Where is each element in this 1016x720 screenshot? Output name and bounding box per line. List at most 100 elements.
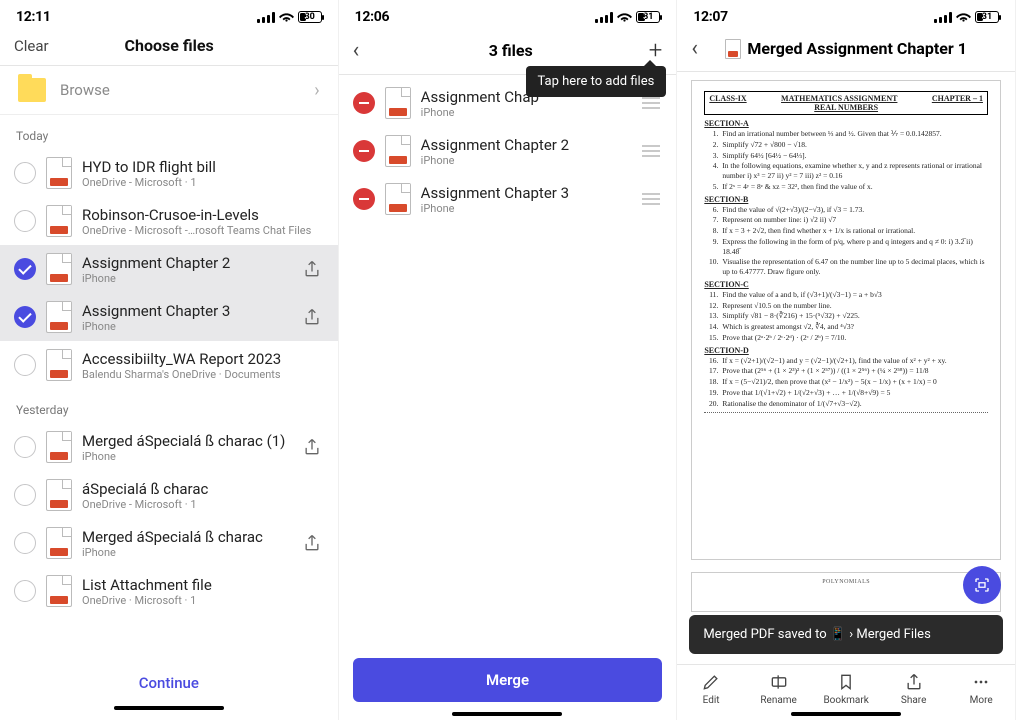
continue-button[interactable]: Continue xyxy=(0,664,338,702)
footer: Continue xyxy=(0,654,338,720)
file-sub: iPhone xyxy=(421,154,633,167)
share-icon[interactable] xyxy=(302,259,322,279)
file-title: Assignment Chapter 2 xyxy=(82,254,292,272)
file-title: Merged áSpecialá ß charac xyxy=(82,528,292,546)
back-button[interactable]: ‹ xyxy=(353,38,373,63)
more-button[interactable]: More xyxy=(949,671,1013,706)
chevron-right-icon: › xyxy=(314,80,319,101)
section-label-today: Today xyxy=(0,115,338,149)
merge-file-list: Assignment Chap iPhone Assignment Chapte… xyxy=(339,75,677,223)
radio-unchecked[interactable] xyxy=(14,580,36,602)
pdf-icon xyxy=(46,575,72,607)
share-icon[interactable] xyxy=(302,437,322,457)
remove-button[interactable] xyxy=(353,92,375,114)
home-indicator[interactable] xyxy=(791,712,901,716)
status-bar: 12:06 31 xyxy=(339,0,677,30)
footer: Merge xyxy=(339,648,677,720)
section-c-label: SECTION-C xyxy=(704,280,988,289)
file-sub: iPhone xyxy=(82,320,292,333)
nav-header: Clear Choose files xyxy=(0,30,338,66)
file-row[interactable]: List Attachment file OneDrive · Microsof… xyxy=(0,567,338,615)
file-title: Accessibiilty_WA Report 2023 xyxy=(82,350,322,368)
file-row[interactable]: Accessibiilty_WA Report 2023 Balendu Sha… xyxy=(0,341,338,389)
browse-row[interactable]: Browse › xyxy=(0,66,338,115)
file-row[interactable]: Robinson-Crusoe-in-Levels OneDrive - Mic… xyxy=(0,197,338,245)
drag-handle[interactable] xyxy=(642,193,660,205)
file-sub: OneDrive - Microsoft -…rosoft Teams Chat… xyxy=(82,224,322,237)
file-row[interactable]: Assignment Chapter 3 iPhone xyxy=(0,293,338,341)
bookmark-button[interactable]: Bookmark xyxy=(814,671,878,706)
merge-row[interactable]: Assignment Chapter 2 iPhone xyxy=(339,127,677,175)
home-indicator[interactable] xyxy=(452,712,562,716)
file-sub: iPhone xyxy=(82,272,292,285)
file-title: List Attachment file xyxy=(82,576,322,594)
radio-checked[interactable] xyxy=(14,258,36,280)
file-row[interactable]: HYD to IDR flight bill OneDrive - Micros… xyxy=(0,149,338,197)
radio-unchecked[interactable] xyxy=(14,162,36,184)
pencil-icon xyxy=(700,671,722,693)
file-title: Assignment Chapter 3 xyxy=(421,184,633,202)
radio-unchecked[interactable] xyxy=(14,354,36,376)
pdf-icon xyxy=(725,39,741,59)
pdf-page-1[interactable]: CLASS-IX MATHEMATICS ASSIGNMENT CHAPTER … xyxy=(691,80,1001,560)
file-sub: OneDrive · Microsoft · 1 xyxy=(82,594,322,607)
radio-unchecked[interactable] xyxy=(14,532,36,554)
pdf-icon xyxy=(46,157,72,189)
screen-choose-files: 12:11 30 Clear Choose files Browse › Tod… xyxy=(0,0,339,720)
pdf-icon xyxy=(46,253,72,285)
file-sub: iPhone xyxy=(82,450,292,463)
radio-unchecked[interactable] xyxy=(14,210,36,232)
pdf-icon xyxy=(385,183,411,215)
page-title: 3 files xyxy=(373,41,649,60)
drag-handle[interactable] xyxy=(642,145,660,157)
file-row[interactable]: Merged áSpecialá ß charac iPhone xyxy=(0,519,338,567)
back-button[interactable]: ‹ xyxy=(691,36,711,61)
rename-button[interactable]: Rename xyxy=(747,671,811,706)
wifi-icon xyxy=(617,12,632,23)
drag-handle[interactable] xyxy=(642,97,660,109)
share-icon[interactable] xyxy=(302,533,322,553)
file-row[interactable]: Assignment Chapter 2 iPhone xyxy=(0,245,338,293)
status-right: 31 xyxy=(934,11,999,23)
page-title: Merged Assignment Chapter 1 xyxy=(711,39,981,59)
edit-button[interactable]: Edit xyxy=(679,671,743,706)
remove-button[interactable] xyxy=(353,140,375,162)
screen-merge-list: 12:06 31 ‹ 3 files + Tap here to add fil… xyxy=(339,0,678,720)
wifi-icon xyxy=(956,12,971,23)
pdf-page-2-peek[interactable]: POLYNOMIALS xyxy=(691,572,1001,612)
file-row[interactable]: áSpecialá ß charac OneDrive - Microsoft … xyxy=(0,471,338,519)
merge-row[interactable]: Assignment Chapter 3 iPhone xyxy=(339,175,677,223)
folder-icon xyxy=(18,78,46,102)
remove-button[interactable] xyxy=(353,188,375,210)
file-sub: iPhone xyxy=(82,546,292,559)
pdf-icon xyxy=(46,301,72,333)
nav-header: ‹ Merged Assignment Chapter 1 xyxy=(677,30,1015,72)
pdf-icon xyxy=(46,431,72,463)
home-indicator[interactable] xyxy=(114,706,224,710)
status-time: 12:07 xyxy=(693,9,728,25)
status-time: 12:11 xyxy=(16,9,51,25)
file-sub: OneDrive - Microsoft · 1 xyxy=(82,176,322,189)
share-button[interactable]: Share xyxy=(882,671,946,706)
scan-fab[interactable] xyxy=(963,566,1001,604)
pdf-icon xyxy=(46,479,72,511)
pdf-icon xyxy=(46,205,72,237)
wifi-icon xyxy=(279,12,294,23)
file-title: Robinson-Crusoe-in-Levels xyxy=(82,206,322,224)
share-icon xyxy=(903,671,925,693)
toolbar: Edit Rename Bookmark Share More xyxy=(677,664,1015,708)
file-title: Merged áSpecialá ß charac (1) xyxy=(82,432,292,450)
radio-unchecked[interactable] xyxy=(14,436,36,458)
share-icon[interactable] xyxy=(302,307,322,327)
radio-checked[interactable] xyxy=(14,306,36,328)
file-row[interactable]: Merged áSpecialá ß charac (1) iPhone xyxy=(0,423,338,471)
merge-button[interactable]: Merge xyxy=(353,658,663,702)
file-title: HYD to IDR flight bill xyxy=(82,158,322,176)
cellular-icon xyxy=(595,12,613,23)
clear-button[interactable]: Clear xyxy=(14,37,49,55)
file-sub: iPhone xyxy=(421,106,633,119)
battery-icon: 31 xyxy=(636,11,660,23)
pdf-icon xyxy=(385,135,411,167)
section-a-label: SECTION-A xyxy=(704,119,988,128)
radio-unchecked[interactable] xyxy=(14,484,36,506)
